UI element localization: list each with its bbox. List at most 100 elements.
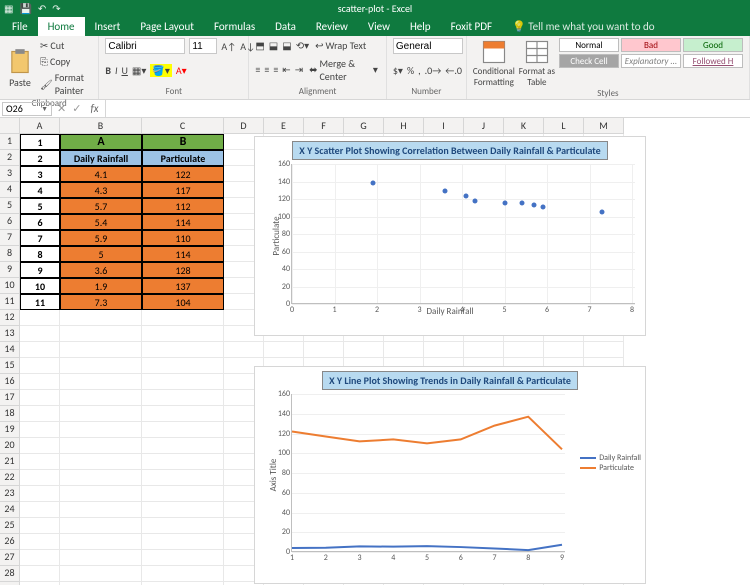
cell[interactable]: 5 — [60, 246, 142, 262]
tab-review[interactable]: Review — [306, 17, 358, 36]
inc-decimal-icon[interactable]: .0→ — [425, 64, 442, 77]
scatter-chart[interactable]: X Y Scatter Plot Showing Correlation Bet… — [254, 136, 646, 336]
row-header-5[interactable]: 5 — [0, 198, 20, 214]
cell[interactable] — [20, 502, 60, 518]
cell[interactable] — [60, 342, 142, 358]
cell[interactable] — [60, 438, 142, 454]
cell[interactable]: 8 — [20, 246, 60, 262]
redo-icon[interactable]: ↷ — [52, 2, 60, 15]
row-header-22[interactable]: 22 — [0, 470, 20, 486]
row-header-28[interactable]: 28 — [0, 566, 20, 582]
tab-page-layout[interactable]: Page Layout — [130, 17, 204, 36]
cell[interactable] — [60, 422, 142, 438]
cell[interactable] — [60, 358, 142, 374]
cell[interactable] — [60, 470, 142, 486]
row-header-4[interactable]: 4 — [0, 182, 20, 198]
cell[interactable] — [142, 358, 224, 374]
font-color-button[interactable]: A▾ — [176, 64, 187, 77]
cell[interactable]: 7.3 — [60, 294, 142, 310]
row-header-21[interactable]: 21 — [0, 454, 20, 470]
col-header-B[interactable]: B — [60, 118, 142, 134]
col-header-A[interactable]: A — [20, 118, 60, 134]
cell[interactable]: 4 — [20, 182, 60, 198]
cell[interactable] — [142, 534, 224, 550]
row-header-1[interactable]: 1 — [0, 134, 20, 150]
cell[interactable] — [20, 438, 60, 454]
tab-insert[interactable]: Insert — [85, 17, 131, 36]
col-header-G[interactable]: G — [344, 118, 384, 134]
cell[interactable] — [60, 454, 142, 470]
row-header-16[interactable]: 16 — [0, 374, 20, 390]
cell[interactable] — [20, 550, 60, 566]
underline-button[interactable]: U — [121, 64, 127, 77]
cell[interactable] — [544, 342, 584, 358]
cell[interactable]: 5.7 — [60, 198, 142, 214]
cell[interactable] — [224, 342, 264, 358]
cell[interactable] — [504, 342, 544, 358]
row-header-26[interactable]: 26 — [0, 534, 20, 550]
cell[interactable] — [584, 342, 624, 358]
cell-style-followed[interactable]: Followed H — [683, 54, 743, 68]
cell[interactable]: 122 — [142, 166, 224, 182]
cell[interactable] — [20, 422, 60, 438]
cell[interactable]: 128 — [142, 262, 224, 278]
cell[interactable]: 3.6 — [60, 262, 142, 278]
select-all-corner[interactable] — [0, 118, 20, 134]
cell-style-explanatory[interactable]: Explanatory ... — [621, 54, 681, 68]
tab-data[interactable]: Data — [265, 17, 306, 36]
cell[interactable]: A — [60, 134, 142, 150]
cell[interactable] — [142, 486, 224, 502]
cell[interactable]: 7 — [20, 230, 60, 246]
paste-button[interactable]: Paste — [6, 48, 34, 89]
cell-grid[interactable]: 1234567891011ABDaily RainfallParticulate… — [20, 134, 720, 585]
cell[interactable] — [20, 390, 60, 406]
cell[interactable] — [142, 374, 224, 390]
cell[interactable]: 5 — [20, 198, 60, 214]
tab-view[interactable]: View — [358, 17, 400, 36]
conditional-formatting-button[interactable]: Conditional Formatting — [473, 38, 515, 88]
bold-button[interactable]: B — [105, 64, 111, 77]
cell[interactable]: 10 — [20, 278, 60, 294]
cell[interactable] — [20, 470, 60, 486]
row-header-11[interactable]: 11 — [0, 294, 20, 310]
cell[interactable]: 3 — [20, 166, 60, 182]
fill-color-button[interactable]: 🪣▾ — [150, 64, 171, 77]
border-button[interactable]: ▦▾ — [132, 64, 146, 77]
cell[interactable]: 4.1 — [60, 166, 142, 182]
tab-foxit[interactable]: Foxit PDF — [441, 17, 502, 36]
dec-decimal-icon[interactable]: ←.0 — [445, 64, 462, 77]
cell[interactable]: B — [142, 134, 224, 150]
cell[interactable]: 11 — [20, 294, 60, 310]
cell[interactable] — [142, 518, 224, 534]
cell[interactable] — [60, 326, 142, 342]
formula-input[interactable] — [105, 100, 750, 117]
cell[interactable]: 104 — [142, 294, 224, 310]
row-header-2[interactable]: 2 — [0, 150, 20, 166]
cell[interactable] — [142, 342, 224, 358]
merge-center-button[interactable]: ⬌ Merge & Center ▾ — [307, 56, 380, 84]
cell[interactable] — [60, 390, 142, 406]
col-header-H[interactable]: H — [384, 118, 424, 134]
cell[interactable] — [20, 326, 60, 342]
enter-icon[interactable]: ✓ — [69, 102, 84, 115]
cell[interactable] — [142, 406, 224, 422]
cell[interactable] — [60, 566, 142, 582]
cell[interactable]: 5.4 — [60, 214, 142, 230]
cell[interactable] — [142, 470, 224, 486]
cell[interactable] — [264, 342, 304, 358]
tab-help[interactable]: Help — [400, 17, 441, 36]
cell[interactable] — [60, 406, 142, 422]
col-header-D[interactable]: D — [224, 118, 264, 134]
cell[interactable]: Daily Rainfall — [60, 150, 142, 166]
cell[interactable]: 6 — [20, 214, 60, 230]
italic-button[interactable]: I — [115, 64, 118, 77]
format-as-table-button[interactable]: Format as Table — [519, 38, 555, 88]
col-header-K[interactable]: K — [504, 118, 544, 134]
tab-home[interactable]: Home — [38, 17, 85, 36]
cell[interactable] — [20, 566, 60, 582]
row-header-25[interactable]: 25 — [0, 518, 20, 534]
fx-icon[interactable]: fx — [84, 102, 104, 115]
font-name-combo[interactable] — [105, 38, 185, 54]
tab-formulas[interactable]: Formulas — [204, 17, 265, 36]
row-header-7[interactable]: 7 — [0, 230, 20, 246]
